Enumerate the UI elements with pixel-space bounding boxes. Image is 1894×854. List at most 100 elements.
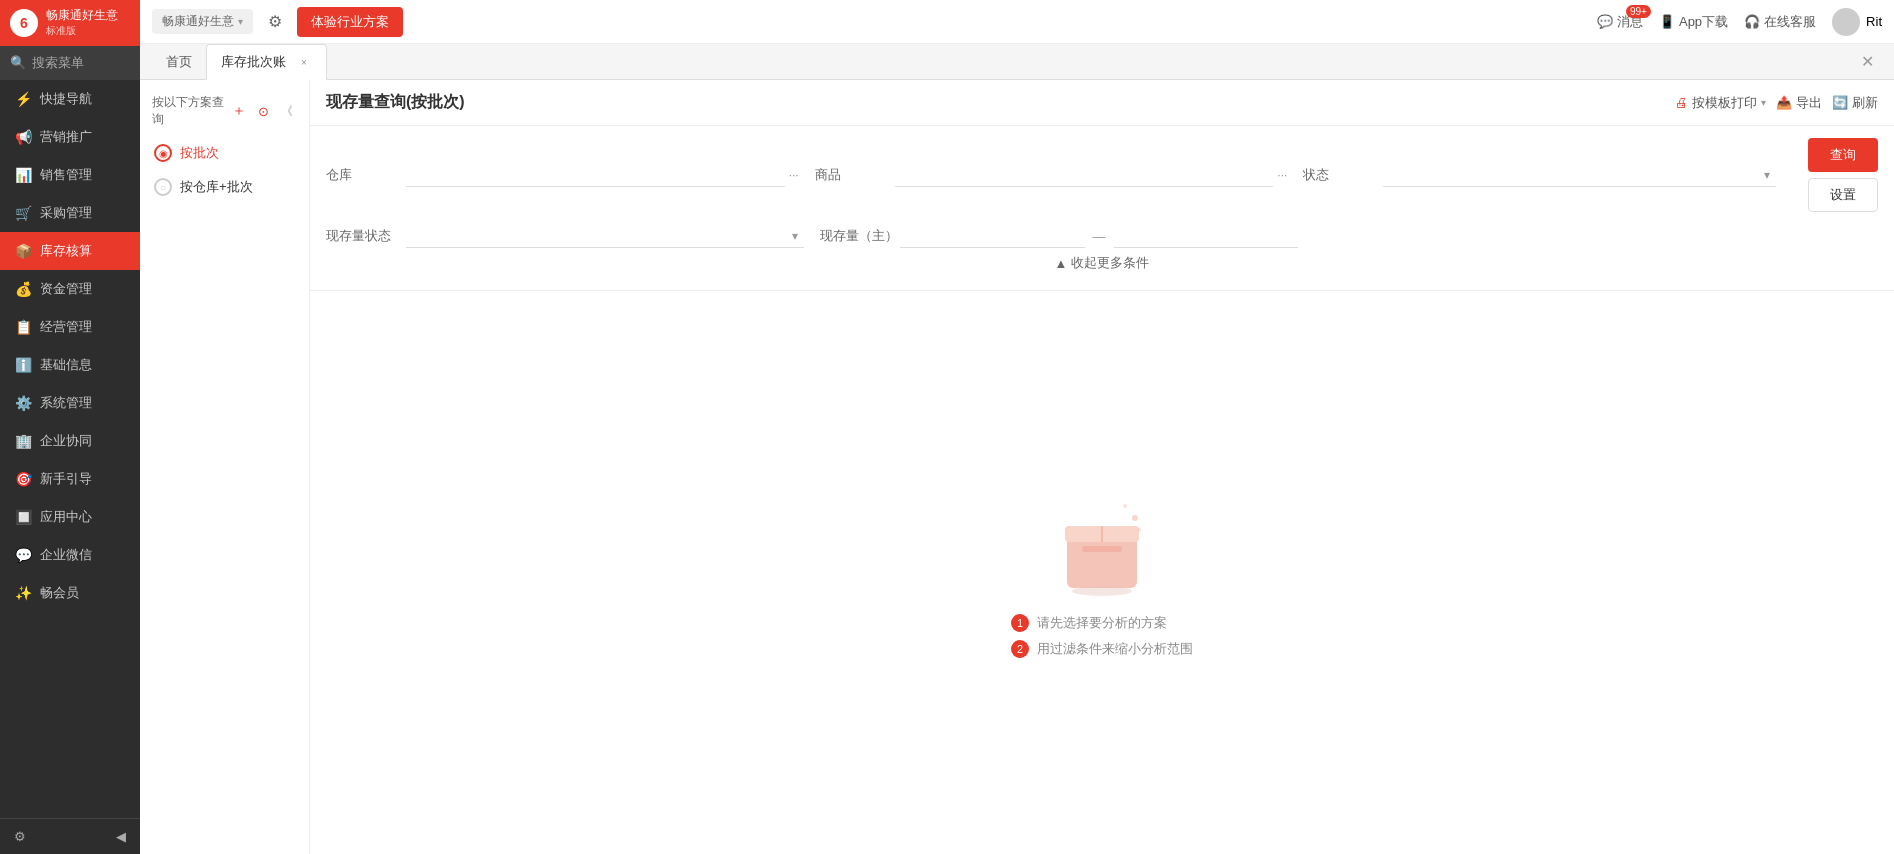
print-button[interactable]: 🖨 按模板打印 ▾ — [1675, 94, 1766, 112]
sidebar-item-member[interactable]: ✨ 畅会员 — [0, 574, 140, 612]
online-service-label: 在线客服 — [1764, 13, 1816, 31]
empty-hint-1: 1 请先选择要分析的方案 — [1011, 614, 1167, 632]
sidebar-item-quick-nav[interactable]: ⚡ 快捷导航 — [0, 80, 140, 118]
breadcrumb-text: 畅康通好生意 — [162, 13, 234, 30]
plan-item-by-batch[interactable]: ◉ 按批次 — [140, 136, 309, 170]
query-button[interactable]: 查询 — [1808, 138, 1878, 172]
tab-close-icon[interactable]: × — [296, 54, 312, 70]
add-plan-icon[interactable]: ＋ — [229, 101, 249, 121]
inventory-status-dropdown[interactable]: ▾ — [406, 225, 804, 248]
breadcrumb-dropdown-icon[interactable]: ▾ — [238, 16, 243, 27]
avatar — [1832, 8, 1860, 36]
system-icon: ⚙️ — [14, 394, 32, 412]
sidebar-item-wechat[interactable]: 💬 企业微信 — [0, 536, 140, 574]
sidebar: 6 畅康通好生意 标准版 🔍 搜索菜单 ⚡ 快捷导航 📢 营销推广 📊 销售管理… — [0, 0, 140, 854]
tab-inventory-batch[interactable]: 库存批次账 × — [206, 44, 327, 80]
messages-action[interactable]: 💬 消息 99+ — [1597, 13, 1643, 31]
app-center-icon: 🔲 — [14, 508, 32, 526]
hint-number-1: 1 — [1011, 614, 1029, 632]
page-header: 现存量查询(按批次) 🖨 按模板打印 ▾ 📤 导出 🔄 刷新 — [310, 80, 1894, 126]
plan-item-by-warehouse-batch[interactable]: ○ 按仓库+批次 — [140, 170, 309, 204]
warehouse-more-icon[interactable]: ··· — [789, 168, 799, 182]
marketing-icon: 📢 — [14, 128, 32, 146]
settings-icon[interactable]: ⚙ — [14, 829, 26, 844]
svg-point-5 — [1132, 515, 1138, 521]
page-close-button[interactable]: ✕ — [1861, 52, 1882, 71]
finance-icon: 💰 — [14, 280, 32, 298]
sidebar-label-marketing: 营销推广 — [40, 128, 92, 146]
export-label: 导出 — [1796, 94, 1822, 112]
collapse-left-panel-icon[interactable]: 《 — [277, 101, 297, 121]
inventory-qty-label: 现存量（主） — [820, 227, 900, 245]
online-service-action[interactable]: 🎧 在线客服 — [1744, 13, 1816, 31]
status-dropdown[interactable]: ▾ — [1383, 164, 1776, 187]
sidebar-item-operations[interactable]: 📋 经营管理 — [0, 308, 140, 346]
app-title-block: 畅康通好生意 标准版 — [46, 8, 118, 38]
sidebar-item-enterprise[interactable]: 🏢 企业协同 — [0, 422, 140, 460]
filter-product: 商品 ··· — [815, 163, 1288, 187]
collapse-sidebar-icon[interactable]: ◀ — [116, 829, 126, 844]
gear-icon[interactable]: ⚙ — [261, 8, 289, 36]
topbar: 畅康通好生意 ▾ ⚙ 体验行业方案 💬 消息 99+ 📱 App下载 🎧 在线客… — [140, 0, 1894, 44]
print-label: 按模板打印 — [1692, 94, 1757, 112]
product-input[interactable] — [895, 163, 1274, 187]
hint-number-2: 2 — [1011, 640, 1029, 658]
filter-warehouse: 仓库 ··· — [326, 163, 799, 187]
filter-row-2: 现存量状态 ▾ 现存量（主） — — [326, 224, 1878, 248]
sidebar-label-newbie: 新手引导 — [40, 470, 92, 488]
filter-inventory-status: 现存量状态 ▾ — [326, 225, 804, 248]
trial-button[interactable]: 体验行业方案 — [297, 7, 403, 37]
filter-row-1: 仓库 ··· 商品 ··· 状态 ▾ — [326, 138, 1878, 212]
app-download-action[interactable]: 📱 App下载 — [1659, 13, 1728, 31]
messages-badge: 99+ — [1626, 5, 1651, 18]
sidebar-item-newbie[interactable]: 🎯 新手引导 — [0, 460, 140, 498]
inventory-qty-from[interactable] — [900, 224, 1085, 248]
wechat-icon: 💬 — [14, 546, 32, 564]
collapse-up-icon: ▲ — [1055, 256, 1068, 271]
warehouse-label: 仓库 — [326, 166, 406, 184]
newbie-icon: 🎯 — [14, 470, 32, 488]
tab-home-label: 首页 — [166, 53, 192, 71]
tab-home[interactable]: 首页 — [152, 45, 206, 79]
sidebar-item-purchase[interactable]: 🛒 采购管理 — [0, 194, 140, 232]
left-panel-title: 按以下方案查询 — [152, 94, 229, 128]
svg-point-6 — [1123, 504, 1127, 508]
sidebar-nav: ⚡ 快捷导航 📢 营销推广 📊 销售管理 🛒 采购管理 📦 库存核算 💰 资金管… — [0, 80, 140, 818]
refresh-button[interactable]: 🔄 刷新 — [1832, 94, 1878, 112]
phone-icon: 📱 — [1659, 14, 1675, 29]
left-panel-header: 按以下方案查询 ＋ ⊙ 《 — [140, 90, 309, 136]
sidebar-label-inventory: 库存核算 — [40, 242, 92, 260]
empty-hint-2: 2 用过滤条件来缩小分析范围 — [1011, 640, 1193, 658]
settings-plan-icon[interactable]: ⊙ — [253, 101, 273, 121]
sidebar-header: 6 畅康通好生意 标准版 — [0, 0, 140, 46]
filter-inventory-qty: 现存量（主） — — [820, 224, 1298, 248]
sidebar-label-finance: 资金管理 — [40, 280, 92, 298]
sidebar-label-basic: 基础信息 — [40, 356, 92, 374]
settings-button[interactable]: 设置 — [1808, 178, 1878, 212]
sidebar-item-sales[interactable]: 📊 销售管理 — [0, 156, 140, 194]
basic-icon: ℹ️ — [14, 356, 32, 374]
status-dropdown-icon: ▾ — [1764, 168, 1770, 182]
sidebar-item-finance[interactable]: 💰 资金管理 — [0, 270, 140, 308]
sidebar-search[interactable]: 🔍 搜索菜单 — [0, 46, 140, 80]
user-section[interactable]: Rit — [1832, 8, 1882, 36]
sidebar-item-marketing[interactable]: 📢 营销推广 — [0, 118, 140, 156]
inventory-qty-to[interactable] — [1114, 224, 1299, 248]
print-dropdown-icon[interactable]: ▾ — [1761, 97, 1766, 108]
warehouse-input[interactable] — [406, 163, 785, 187]
sidebar-item-app-center[interactable]: 🔲 应用中心 — [0, 498, 140, 536]
product-more-icon[interactable]: ··· — [1277, 168, 1287, 182]
plan-by-batch-label: 按批次 — [180, 144, 219, 162]
export-button[interactable]: 📤 导出 — [1776, 94, 1822, 112]
svg-point-7 — [1137, 528, 1141, 532]
collapse-more-conditions[interactable]: ▲ 收起更多条件 — [326, 248, 1878, 278]
sidebar-item-inventory[interactable]: 📦 库存核算 — [0, 232, 140, 270]
operations-icon: 📋 — [14, 318, 32, 336]
svg-rect-3 — [1082, 546, 1122, 552]
svg-point-4 — [1072, 586, 1132, 596]
content-area: 按以下方案查询 ＋ ⊙ 《 ◉ 按批次 ○ 按仓库+批次 现存量查询(按批次) — [140, 80, 1894, 854]
sidebar-item-system[interactable]: ⚙️ 系统管理 — [0, 384, 140, 422]
refresh-icon: 🔄 — [1832, 95, 1848, 110]
sidebar-item-basic[interactable]: ℹ️ 基础信息 — [0, 346, 140, 384]
user-name: Rit — [1866, 14, 1882, 29]
